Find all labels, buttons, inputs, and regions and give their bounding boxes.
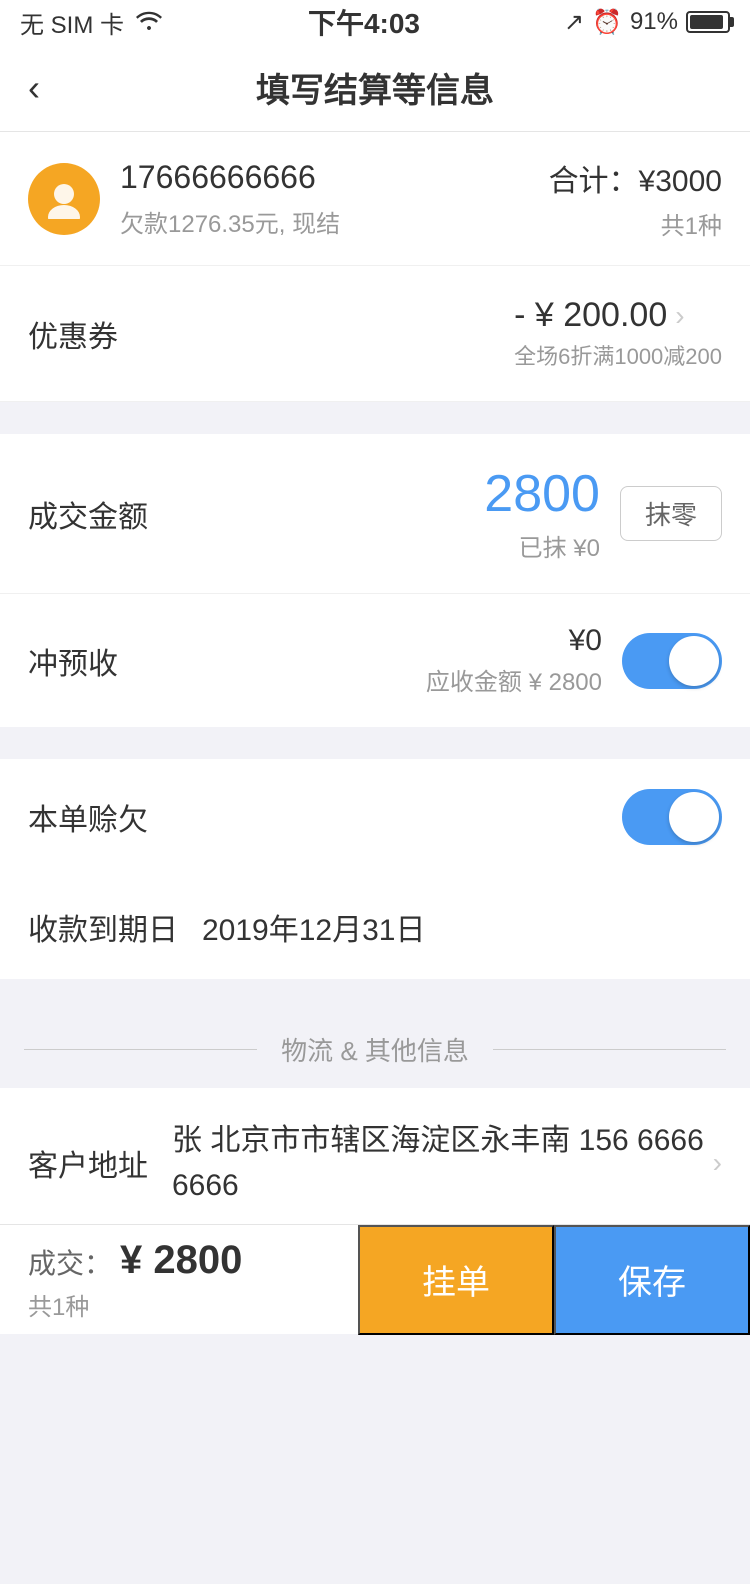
divider-3 (0, 995, 750, 1011)
avatar (28, 163, 100, 235)
precollect-values: ¥0 应收金额 ¥ 2800 (426, 624, 602, 697)
customer-phone: 17666666666 (120, 159, 340, 196)
precollect-toggle[interactable] (622, 633, 722, 689)
logistics-section-title: 物流 & 其他信息 (281, 1031, 469, 1068)
chevron-right-icon: › (675, 300, 684, 332)
total-count: 共1种 (549, 206, 722, 241)
status-left: 无 SIM 卡 (20, 5, 164, 40)
location-icon: ↗ (564, 8, 584, 37)
nav-bar: ‹ 填写结算等信息 (0, 44, 750, 132)
customer-section: 17666666666 欠款1276.35元, 现结 合计：¥3000 共1种 … (0, 132, 750, 402)
toggle-knob (669, 636, 719, 686)
pending-button[interactable]: 挂单 (358, 1225, 554, 1335)
debt-row: 本单赊欠 (0, 759, 750, 875)
bottom-label: 成交： (28, 1242, 112, 1282)
status-right: ↗ ⏰ 91% (564, 8, 730, 37)
coupon-right: - ¥ 200.00 › 全场6折满1000减200 (514, 296, 722, 371)
customer-right: 合计：¥3000 共1种 (549, 156, 722, 241)
debt-label: 本单赊欠 (28, 795, 148, 839)
address-row[interactable]: 客户地址 张 北京市市辖区海淀区永丰南 156 6666 6666 › (0, 1088, 750, 1238)
total-amount: 合计：¥3000 (549, 156, 722, 200)
deal-amount-row: 成交金额 2800 已抹 ¥0 抹零 (0, 434, 750, 594)
address-chevron: › (713, 1147, 722, 1179)
due-date-label: 收款到期日 (28, 905, 178, 949)
due-date-row: 收款到期日 2019年12月31日 (0, 875, 750, 979)
customer-sub-info: 欠款1276.35元, 现结 (120, 204, 340, 239)
status-bar: 无 SIM 卡 下午4:03 ↗ ⏰ 91% (0, 0, 750, 44)
precollect-sub: 应收金额 ¥ 2800 (426, 662, 602, 697)
debt-toggle[interactable] (622, 789, 722, 845)
debt-section: 本单赊欠 收款到期日 2019年12月31日 (0, 759, 750, 979)
divider-2 (0, 743, 750, 759)
save-button[interactable]: 保存 (554, 1225, 750, 1335)
bottom-summary-top: 成交： ¥ 2800 (28, 1238, 330, 1283)
address-chevron-icon: › (713, 1147, 722, 1179)
divider-1 (0, 418, 750, 434)
bottom-amount: ¥ 2800 (120, 1238, 242, 1283)
deal-amount-right: 2800 已抹 ¥0 抹零 (484, 464, 722, 563)
due-date-value: 2019年12月31日 (202, 905, 425, 949)
bottom-count: 共1种 (28, 1287, 330, 1322)
customer-info: 17666666666 欠款1276.35元, 现结 (120, 159, 340, 239)
section-title-line-right (493, 1049, 726, 1050)
alarm-icon: ⏰ (592, 8, 622, 37)
customer-left: 17666666666 欠款1276.35元, 现结 (28, 159, 340, 239)
precollect-label: 冲预收 (28, 639, 118, 683)
address-section: 客户地址 张 北京市市辖区海淀区永丰南 156 6666 6666 › (0, 1088, 750, 1238)
bottom-bar: 成交： ¥ 2800 共1种 挂单 保存 (0, 1224, 750, 1334)
back-button[interactable]: ‹ (28, 67, 40, 109)
precollect-right: ¥0 应收金额 ¥ 2800 (426, 624, 722, 697)
deal-amount-sub: 已抹 ¥0 (484, 528, 600, 563)
address-label: 客户地址 (28, 1141, 148, 1185)
back-arrow-icon: ‹ (28, 67, 40, 108)
status-time: 下午4:03 (308, 2, 420, 42)
round-off-button[interactable]: 抹零 (620, 486, 722, 541)
section-title-line-left (24, 1049, 257, 1050)
battery-icon (686, 11, 730, 33)
debt-toggle-knob (669, 792, 719, 842)
coupon-amount: - ¥ 200.00 (514, 296, 667, 335)
coupon-detail: 全场6折满1000减200 (514, 339, 722, 371)
deal-amount-label: 成交金额 (28, 492, 148, 536)
sim-status: 无 SIM 卡 (20, 5, 124, 40)
wifi-icon (134, 8, 164, 37)
coupon-label: 优惠券 (28, 312, 118, 356)
customer-row: 17666666666 欠款1276.35元, 现结 合计：¥3000 共1种 (0, 132, 750, 266)
address-value: 张 北京市市辖区海淀区永丰南 156 6666 6666 (172, 1118, 713, 1208)
page-title: 填写结算等信息 (256, 63, 494, 112)
bottom-summary: 成交： ¥ 2800 共1种 (0, 1238, 358, 1322)
bottom-spacer (0, 1474, 750, 1584)
coupon-row[interactable]: 优惠券 - ¥ 200.00 › 全场6折满1000减200 (0, 266, 750, 402)
logistics-section-title-row: 物流 & 其他信息 (0, 1011, 750, 1088)
precollect-row: 冲预收 ¥0 应收金额 ¥ 2800 (0, 594, 750, 727)
precollect-amount: ¥0 (426, 624, 602, 658)
battery-percentage: 91% (630, 8, 678, 36)
deal-amount-value: 2800 (484, 464, 600, 524)
deal-amount-section: 成交金额 2800 已抹 ¥0 抹零 冲预收 ¥0 应收金额 ¥ 2800 (0, 434, 750, 727)
